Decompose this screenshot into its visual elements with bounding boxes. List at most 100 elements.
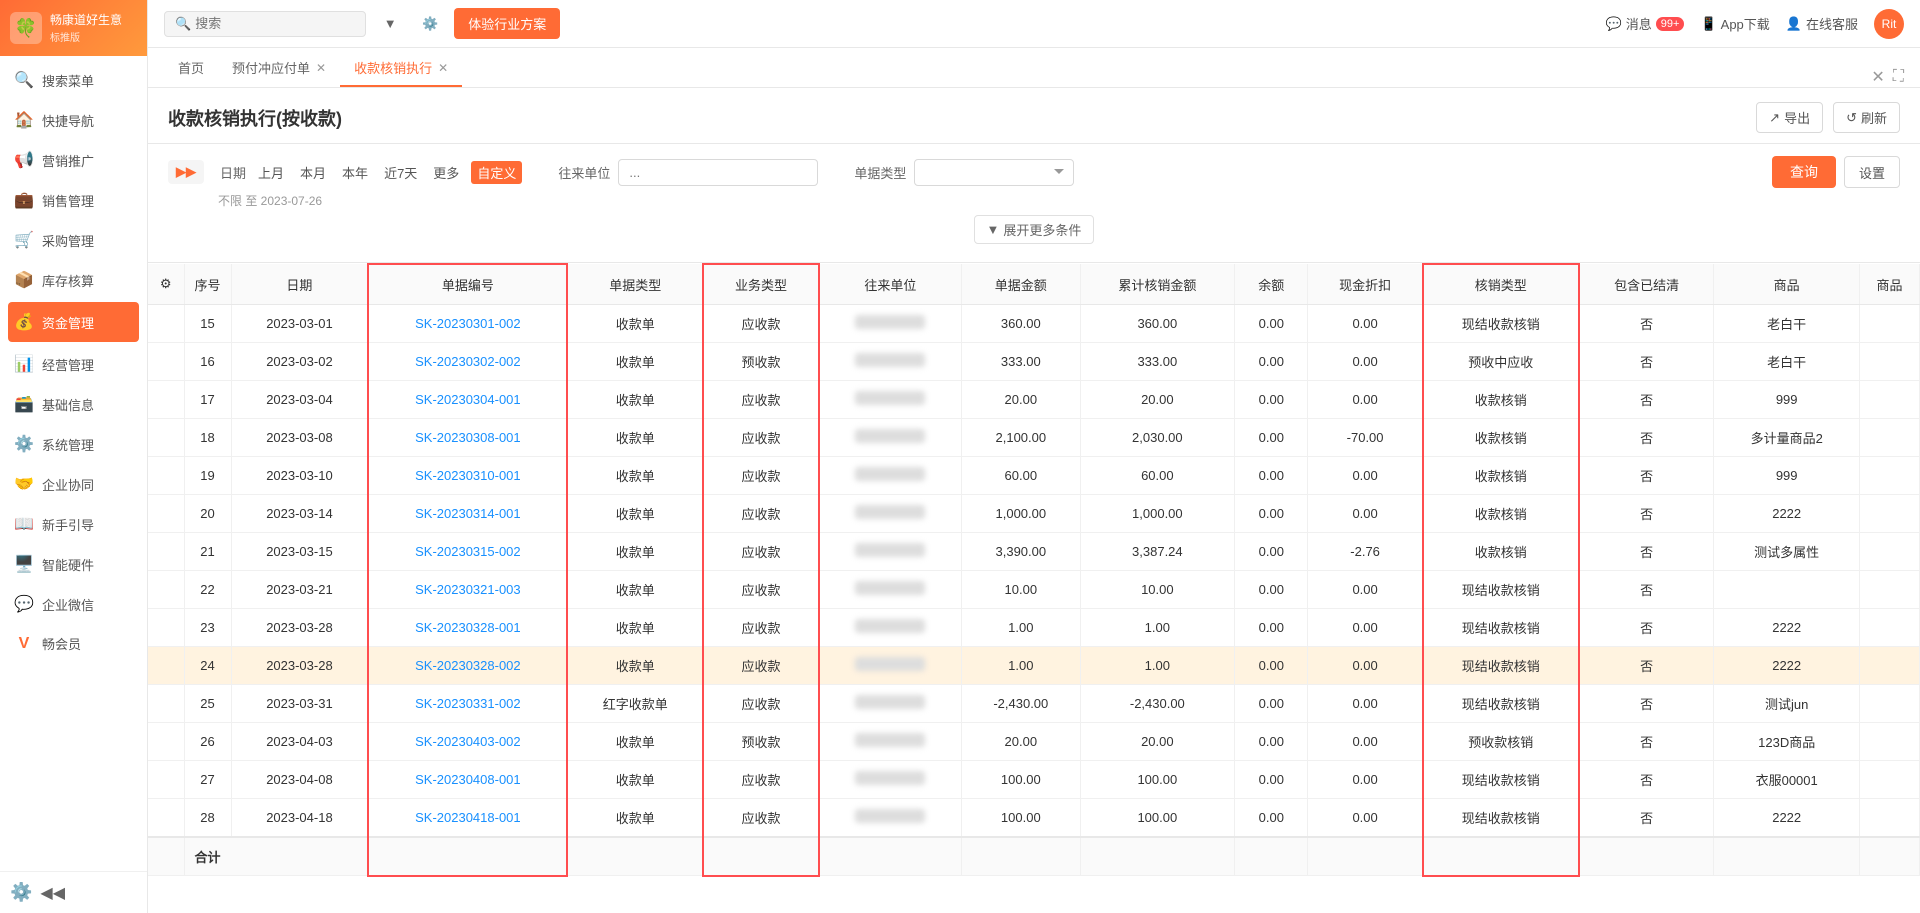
- sidebar-item-hardware-label: 智能硬件: [42, 555, 94, 574]
- sidebar-item-system[interactable]: ⚙️ 系统管理: [0, 424, 147, 464]
- cell-voucher-type: 收款单: [567, 343, 703, 381]
- date-last-month[interactable]: 上月: [254, 161, 288, 184]
- settings-gear-button[interactable]: ⚙️: [414, 8, 446, 40]
- sidebar-item-quicknav[interactable]: 🏠 快捷导航: [0, 100, 147, 140]
- sidebar-item-marketing[interactable]: 📢 营销推广: [0, 140, 147, 180]
- settings-icon[interactable]: ⚙️: [10, 882, 32, 903]
- collapse-icon[interactable]: ◀◀: [40, 883, 65, 903]
- cell-balance: 0.00: [1235, 343, 1308, 381]
- tab-advance-payment-close[interactable]: ✕: [316, 61, 326, 75]
- voucher-no-link[interactable]: SK-20230328-002: [415, 658, 521, 673]
- sidebar-item-member[interactable]: V 畅会员: [0, 624, 147, 663]
- voucher-no-link[interactable]: SK-20230315-002: [415, 544, 521, 559]
- message-area[interactable]: 💬 消息 99+: [1606, 14, 1685, 33]
- cell-biz-type: 应收款: [703, 647, 819, 685]
- message-badge: 99+: [1656, 17, 1685, 31]
- cell-no: 27: [184, 761, 231, 799]
- cell-product2: [1860, 457, 1920, 495]
- cell-balance: 0.00: [1235, 533, 1308, 571]
- solution-button[interactable]: 体验行业方案: [454, 8, 560, 39]
- sidebar-item-system-label: 系统管理: [42, 435, 94, 454]
- cell-cash-discount: 0.00: [1308, 761, 1423, 799]
- tab-receipt-verify[interactable]: 收款核销执行 ✕: [340, 50, 462, 87]
- table-row: 28 2023-04-18 SK-20230418-001 收款单 应收款 10…: [148, 799, 1920, 838]
- footer-accumulated: [1080, 837, 1235, 876]
- refresh-button[interactable]: ↺ 刷新: [1833, 102, 1900, 133]
- cell-partner: [819, 419, 962, 457]
- voucher-no-link[interactable]: SK-20230408-001: [415, 772, 521, 787]
- topbar-search-box: 🔍: [164, 11, 366, 37]
- cell-product2: [1860, 495, 1920, 533]
- sidebar-item-finance[interactable]: 💰 资金管理: [8, 302, 139, 342]
- date-more[interactable]: 更多: [429, 161, 463, 184]
- voucher-no-link[interactable]: SK-20230314-001: [415, 506, 521, 521]
- sidebar-item-hardware[interactable]: 🖥️ 智能硬件: [0, 544, 147, 584]
- tab-advance-payment[interactable]: 预付冲应付单 ✕: [218, 50, 340, 87]
- date-custom[interactable]: 自定义: [471, 161, 522, 184]
- sidebar-item-inventory[interactable]: 📦 库存核算: [0, 260, 147, 300]
- cell-cash-discount: 0.00: [1308, 343, 1423, 381]
- voucher-no-link[interactable]: SK-20230310-001: [415, 468, 521, 483]
- voucher-no-link[interactable]: SK-20230321-003: [415, 582, 521, 597]
- sidebar-item-search[interactable]: 🔍 搜索菜单: [0, 60, 147, 100]
- sidebar-item-enterprise[interactable]: 🤝 企业协同: [0, 464, 147, 504]
- cell-voucher-type: 收款单: [567, 571, 703, 609]
- cell-biz-type: 应收款: [703, 609, 819, 647]
- cell-product2: [1860, 533, 1920, 571]
- date-this-month[interactable]: 本月: [296, 161, 330, 184]
- cell-product: 测试jun: [1714, 685, 1860, 723]
- sidebar-bottom: ⚙️ ◀◀: [0, 871, 147, 913]
- cell-verify-type: 预收款核销: [1423, 723, 1579, 761]
- sidebar-item-finance-label: 资金管理: [42, 313, 94, 332]
- sidebar-item-basic[interactable]: 🗃️ 基础信息: [0, 384, 147, 424]
- export-button[interactable]: ↗ 导出: [1756, 102, 1823, 133]
- cell-voucher-no: SK-20230403-002: [368, 723, 567, 761]
- filter-collapse-btn[interactable]: ▶▶: [168, 160, 204, 184]
- tab-close-all-icon[interactable]: ✕: [1871, 67, 1884, 87]
- tab-home[interactable]: 首页: [164, 50, 218, 87]
- tab-expand-icon[interactable]: ⛶: [1893, 68, 1904, 86]
- cell-settings: [148, 685, 184, 723]
- voucher-no-link[interactable]: SK-20230304-001: [415, 392, 521, 407]
- tabbar-actions: ✕ ⛶: [1855, 67, 1920, 87]
- voucher-no-link[interactable]: SK-20230301-002: [415, 316, 521, 331]
- search-input[interactable]: [195, 16, 355, 31]
- user-avatar[interactable]: Rit: [1874, 9, 1904, 39]
- sidebar-item-purchase[interactable]: 🛒 采购管理: [0, 220, 147, 260]
- voucher-no-link[interactable]: SK-20230328-001: [415, 620, 521, 635]
- voucher-no-link[interactable]: SK-20230302-002: [415, 354, 521, 369]
- cell-include-settled: 否: [1579, 495, 1714, 533]
- date-links: 上月 本月 本年 近7天 更多 自定义: [254, 161, 522, 184]
- cell-voucher-no: SK-20230302-002: [368, 343, 567, 381]
- voucher-no-link[interactable]: SK-20230331-002: [415, 696, 521, 711]
- col-settings-header[interactable]: ⚙: [148, 264, 184, 305]
- voucher-no-link[interactable]: SK-20230403-002: [415, 734, 521, 749]
- cell-settings: [148, 571, 184, 609]
- cell-product: 2222: [1714, 609, 1860, 647]
- app-download-area[interactable]: 📱 App下载: [1700, 14, 1769, 33]
- date-this-year[interactable]: 本年: [338, 161, 372, 184]
- cell-balance: 0.00: [1235, 419, 1308, 457]
- sidebar-item-wechat[interactable]: 💬 企业微信: [0, 584, 147, 624]
- expand-conditions-button[interactable]: ▼ 展开更多条件: [974, 215, 1095, 244]
- cell-settings: [148, 533, 184, 571]
- tabbar: 首页 预付冲应付单 ✕ 收款核销执行 ✕ ✕ ⛶: [148, 48, 1920, 88]
- partner-filter-input[interactable]: [618, 159, 818, 186]
- sidebar-item-guide[interactable]: 📖 新手引导: [0, 504, 147, 544]
- cell-no: 24: [184, 647, 231, 685]
- cell-voucher-no: SK-20230321-003: [368, 571, 567, 609]
- query-button[interactable]: 查询: [1772, 156, 1836, 188]
- filter-settings-button[interactable]: 设置: [1844, 156, 1900, 188]
- cell-cash-discount: 0.00: [1308, 685, 1423, 723]
- sidebar-item-operation[interactable]: 📊 经营管理: [0, 344, 147, 384]
- tab-receipt-verify-close[interactable]: ✕: [438, 61, 448, 75]
- online-service-area[interactable]: 👤 在线客服: [1786, 14, 1858, 33]
- cell-include-settled: 否: [1579, 723, 1714, 761]
- voucher-type-select[interactable]: [914, 159, 1074, 186]
- chevron-down-button[interactable]: ▼: [374, 8, 406, 40]
- voucher-no-link[interactable]: SK-20230418-001: [415, 810, 521, 825]
- sidebar-item-sales[interactable]: 💼 销售管理: [0, 180, 147, 220]
- date-7days[interactable]: 近7天: [380, 161, 421, 184]
- voucher-no-link[interactable]: SK-20230308-001: [415, 430, 521, 445]
- cell-balance: 0.00: [1235, 457, 1308, 495]
